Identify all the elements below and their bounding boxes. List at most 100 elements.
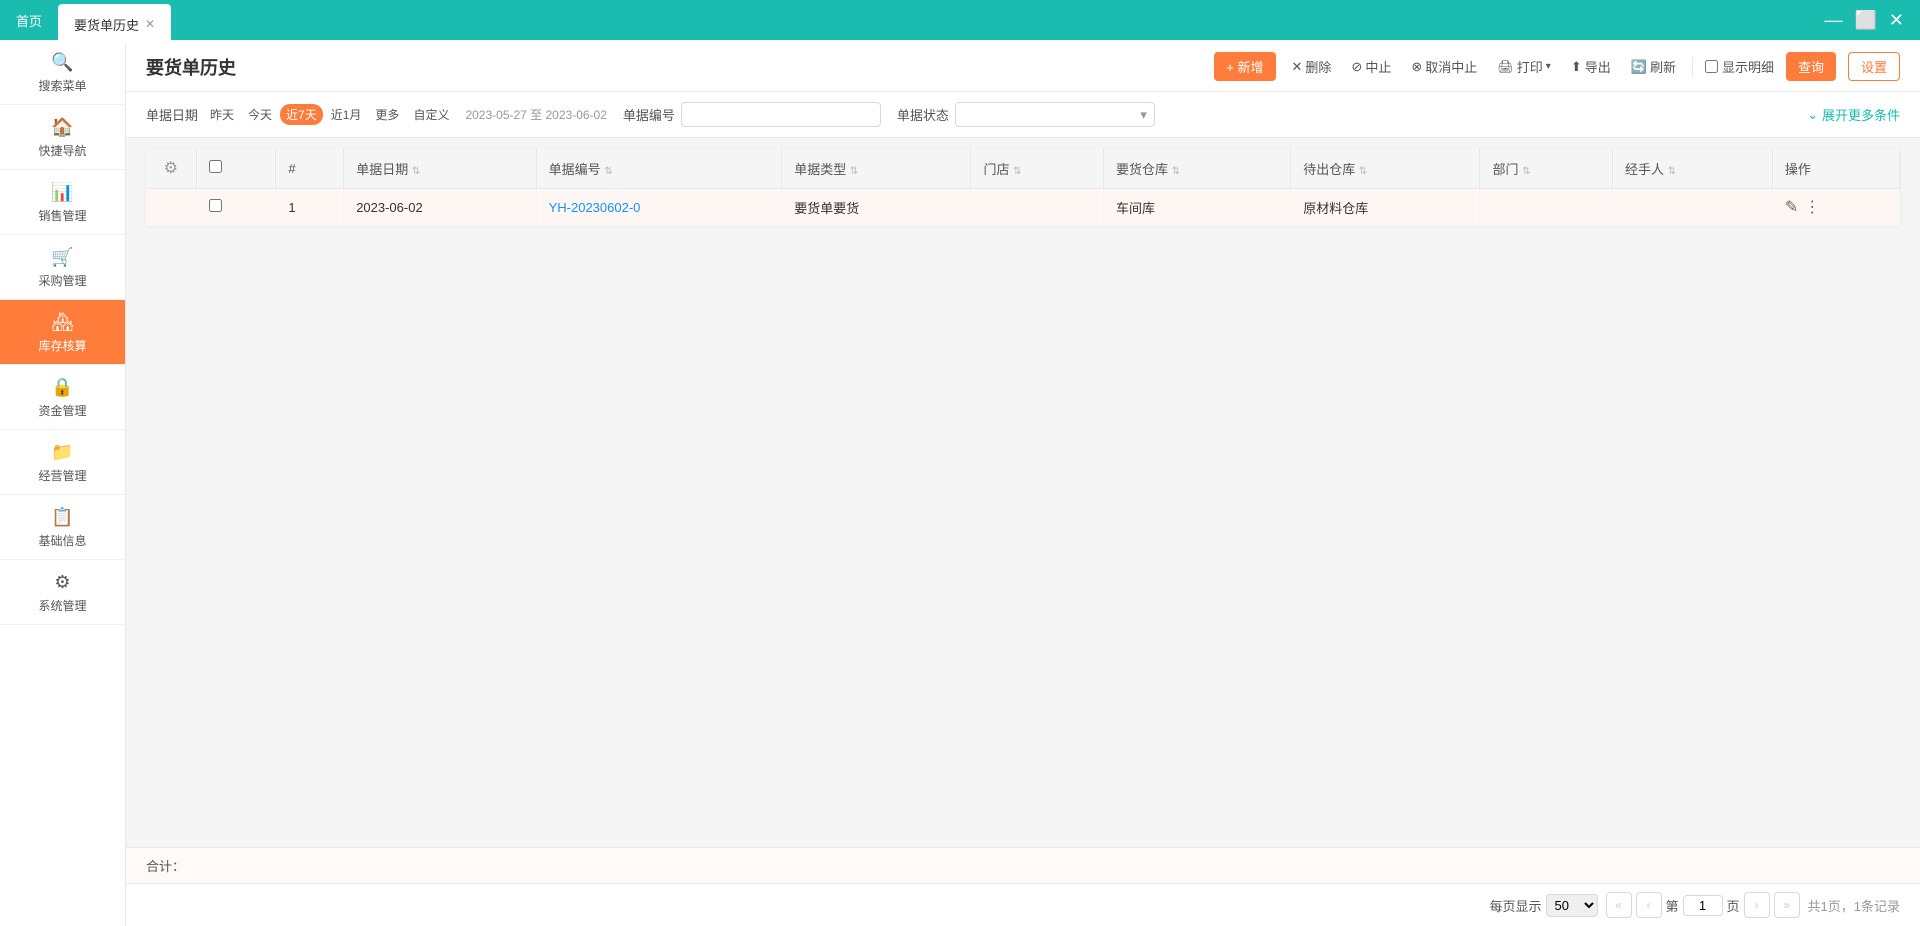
expand-more-btn[interactable]: ⌄ 展开更多条件	[1807, 105, 1900, 124]
cart-icon: 🛒	[51, 247, 73, 268]
prev-page-btn[interactable]: ‹	[1636, 892, 1662, 918]
close-btn[interactable]: ✕	[1889, 10, 1904, 31]
doc-type-col-label: 单据类型	[794, 162, 846, 177]
date-col-header[interactable]: 单据日期 ⇅	[344, 148, 536, 189]
handler-col-header[interactable]: 经手人 ⇅	[1613, 148, 1773, 189]
tab-home[interactable]: 首页	[0, 0, 58, 40]
delete-button[interactable]: ✕ 删除	[1288, 53, 1336, 80]
date-shortcut-1month[interactable]: 近1月	[325, 104, 368, 125]
sidebar-item-label: 销售管理	[38, 207, 86, 224]
row-delete-icon[interactable]: ⋮	[1804, 197, 1820, 217]
handler-sort-icon[interactable]: ⇅	[1668, 166, 1676, 177]
sidebar-item-sales-mgmt[interactable]: 📊 销售管理	[0, 170, 125, 235]
maximize-btn[interactable]: ⬜	[1854, 10, 1876, 31]
row-actions: ✎ ⋮	[1785, 197, 1887, 217]
sidebar-item-purchase-mgmt[interactable]: 🛒 采购管理	[0, 235, 125, 300]
sidebar-item-label: 经营管理	[38, 467, 86, 484]
settings-button[interactable]: 设置	[1848, 52, 1900, 81]
toolbar: + 新增 ✕ 删除 ⊘ 中止 ⊗ 取消中止 🖨 打印 ▾	[1214, 52, 1900, 81]
row-checkbox[interactable]	[209, 199, 222, 212]
row-store-cell	[971, 189, 1104, 226]
show-detail-input[interactable]	[1705, 60, 1718, 73]
doc-no-sort-icon[interactable]: ⇅	[604, 166, 612, 177]
window-actions: — ⬜ ✕	[1824, 10, 1920, 31]
doc-number-input[interactable]	[681, 102, 881, 127]
show-detail-checkbox[interactable]: 显示明细	[1705, 57, 1774, 76]
date-col-label: 单据日期	[356, 162, 408, 177]
dept-col-header[interactable]: 部门 ⇅	[1480, 148, 1613, 189]
tab-requisition-history[interactable]: 要货单历史 ✕	[58, 4, 171, 44]
doc-no-col-header[interactable]: 单据编号 ⇅	[536, 148, 782, 189]
date-shortcut-more[interactable]: 更多	[369, 104, 405, 125]
refresh-button[interactable]: 🔄 刷新	[1627, 53, 1680, 80]
tab-home-label: 首页	[16, 11, 42, 30]
cancel-suspend-button[interactable]: ⊗ 取消中止	[1407, 53, 1481, 80]
last-page-btn[interactable]: »	[1774, 892, 1800, 918]
date-shortcut-custom[interactable]: 自定义	[407, 104, 455, 125]
page-input[interactable]	[1683, 895, 1723, 916]
req-warehouse-sort-icon[interactable]: ⇅	[1172, 166, 1180, 177]
row-doc-no-cell[interactable]: YH-20230602-0	[536, 189, 782, 226]
sidebar-item-search-menu[interactable]: 🔍 搜索菜单	[0, 40, 125, 105]
actions-col-header: 操作	[1772, 148, 1899, 189]
main-layout: 🔍 搜索菜单 🏠 快捷导航 📊 销售管理 🛒 采购管理 🏘 库存核算 🔒 资金管…	[0, 40, 1920, 926]
store-sort-icon[interactable]: ⇅	[1013, 166, 1021, 177]
table-header-row: ⚙ # 单据日期 ⇅ 单据编号 ⇅	[146, 148, 1900, 189]
next-page-btn[interactable]: ›	[1744, 892, 1770, 918]
sidebar-item-inventory-calc[interactable]: 🏘 库存核算	[0, 300, 125, 365]
row-date-cell: 2023-06-02	[344, 189, 536, 226]
select-all-checkbox[interactable]	[209, 160, 222, 173]
page-label: 页	[1727, 896, 1740, 915]
req-warehouse-col-header[interactable]: 要货仓库 ⇅	[1104, 148, 1291, 189]
row-actions-cell: ✎ ⋮	[1772, 189, 1899, 226]
tab-close-icon[interactable]: ✕	[145, 17, 155, 31]
date-shortcuts: 昨天 今天 近7天 近1月 更多 自定义	[204, 104, 455, 125]
doc-no-link[interactable]: YH-20230602-0	[549, 200, 641, 215]
store-col-header[interactable]: 门店 ⇅	[971, 148, 1104, 189]
doc-number-filter-group: 单据编号	[623, 102, 881, 127]
sidebar-item-operation-mgmt[interactable]: 📁 经营管理	[0, 430, 125, 495]
pending-warehouse-col-header[interactable]: 待出仓库 ⇅	[1291, 148, 1480, 189]
date-shortcut-yesterday[interactable]: 昨天	[204, 104, 240, 125]
query-button[interactable]: 查询	[1786, 52, 1836, 81]
settings-col-header[interactable]: ⚙	[146, 148, 196, 189]
sidebar-item-label: 库存核算	[38, 337, 86, 354]
sidebar-item-system-mgmt[interactable]: ⚙ 系统管理	[0, 560, 125, 625]
chart-icon: 📊	[51, 182, 73, 203]
store-col-label: 门店	[983, 162, 1009, 177]
first-page-btn[interactable]: «	[1606, 892, 1632, 918]
sidebar-item-basic-info[interactable]: 📋 基础信息	[0, 495, 125, 560]
doc-status-select[interactable]: 草稿 已提交 已审核	[955, 102, 1155, 127]
filter-bar: 单据日期 昨天 今天 近7天 近1月 更多 自定义 2023-05-27 至 2…	[126, 92, 1920, 138]
pagination-bar: 每页显示 20 50 100 200 « ‹ 第 页 › » 共1页，1条记录	[126, 883, 1920, 926]
page-header: 要货单历史 + 新增 ✕ 删除 ⊘ 中止 ⊗ 取消中止 🖨 打印	[126, 40, 1920, 92]
dept-sort-icon[interactable]: ⇅	[1522, 166, 1530, 177]
table-row[interactable]: 1 2023-06-02 YH-20230602-0 要货单要货 车间库 原材料…	[146, 189, 1900, 226]
date-filter-label: 单据日期	[146, 105, 198, 124]
content-area: 要货单历史 + 新增 ✕ 删除 ⊘ 中止 ⊗ 取消中止 🖨 打印	[126, 40, 1920, 926]
date-shortcut-7days[interactable]: 近7天	[280, 104, 323, 125]
new-button[interactable]: + 新增	[1214, 52, 1275, 81]
date-sort-icon[interactable]: ⇅	[412, 166, 420, 177]
doc-type-sort-icon[interactable]: ⇅	[850, 166, 858, 177]
row-settings-cell	[146, 189, 196, 226]
doc-type-col-header[interactable]: 单据类型 ⇅	[782, 148, 971, 189]
row-checkbox-cell[interactable]	[196, 189, 276, 226]
suspend-button[interactable]: ⊘ 中止	[1347, 53, 1395, 80]
per-page-select[interactable]: 20 50 100 200	[1546, 894, 1598, 917]
pending-warehouse-sort-icon[interactable]: ⇅	[1359, 166, 1367, 177]
search-icon: 🔍	[51, 52, 73, 73]
sidebar-item-quick-nav[interactable]: 🏠 快捷导航	[0, 105, 125, 170]
export-button[interactable]: ⬆ 导出	[1567, 53, 1615, 80]
row-edit-icon[interactable]: ✎	[1785, 197, 1798, 217]
date-filter-group: 单据日期 昨天 今天 近7天 近1月 更多 自定义 2023-05-27 至 2…	[146, 104, 607, 125]
sidebar-item-label: 资金管理	[38, 402, 86, 419]
doc-no-col-label: 单据编号	[549, 162, 601, 177]
date-shortcut-today[interactable]: 今天	[242, 104, 278, 125]
print-button[interactable]: 🖨 打印 ▾	[1493, 53, 1555, 80]
table-settings-icon[interactable]: ⚙	[164, 160, 178, 177]
checkbox-col-header[interactable]	[196, 148, 276, 189]
minimize-btn[interactable]: —	[1824, 10, 1842, 31]
doc-number-label: 单据编号	[623, 105, 675, 124]
sidebar-item-finance-mgmt[interactable]: 🔒 资金管理	[0, 365, 125, 430]
